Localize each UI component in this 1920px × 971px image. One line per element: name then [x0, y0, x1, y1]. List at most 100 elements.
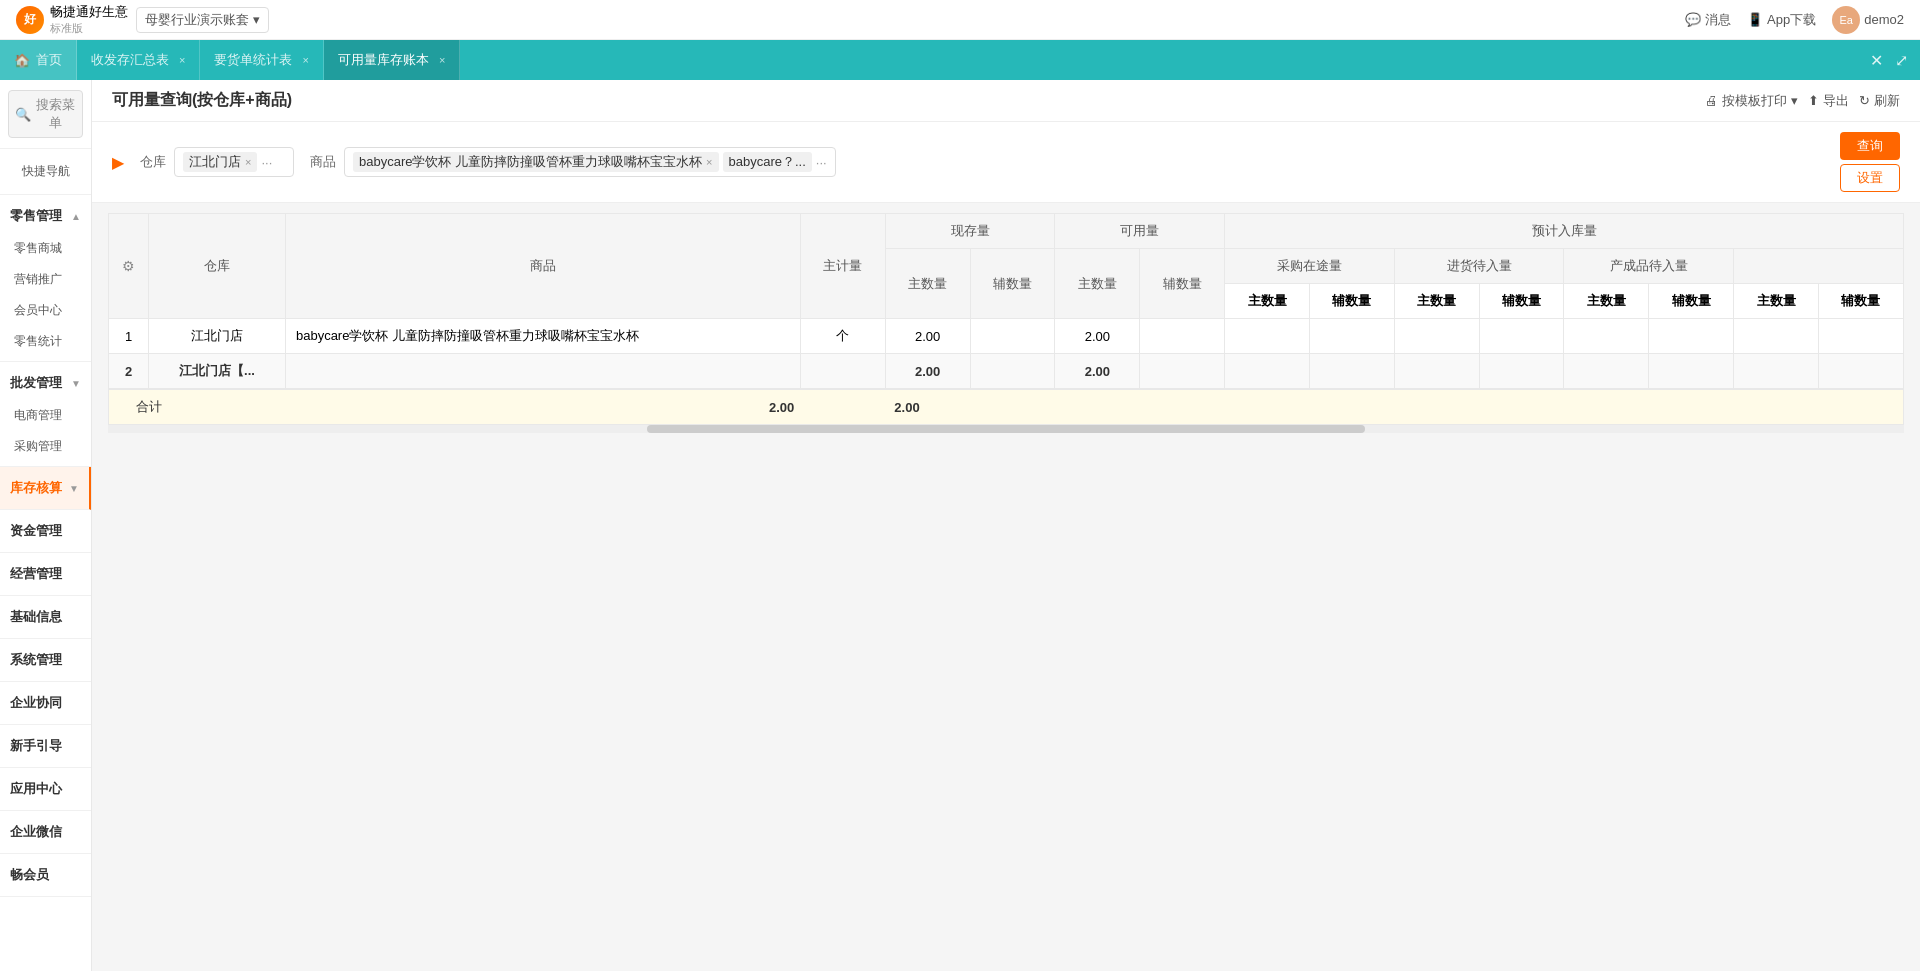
- product-tag1: babycare学饮杯 儿童防摔防撞吸管杯重力球吸嘴杯宝宝水杯 ×: [353, 152, 719, 172]
- th-incoming: 进货待入量: [1394, 249, 1564, 284]
- sidebar-section-vip-title[interactable]: 畅会员: [0, 858, 91, 892]
- tab-close-order-stats[interactable]: ×: [302, 54, 308, 66]
- filter-toggle-button[interactable]: ▶: [112, 153, 124, 172]
- template-print-button[interactable]: 🖨 按模板打印 ▾: [1705, 92, 1798, 110]
- refresh-button[interactable]: ↻ 刷新: [1859, 92, 1900, 110]
- sidebar-section-retail: 零售管理 ▲ 零售商城 营销推广 会员中心 零售统计: [0, 195, 91, 362]
- chevron-down-icon: ▾: [253, 12, 260, 27]
- tab-available-stock[interactable]: 可用量库存账本 ×: [324, 40, 460, 80]
- table-container: ⚙ 仓库 商品 主计量 现存量 可用量 预计入库量 主数量 辅数量 主数量 辅数…: [92, 203, 1920, 971]
- sidebar-item-purchase[interactable]: 采购管理: [0, 431, 91, 462]
- export-button[interactable]: ⬆ 导出: [1808, 92, 1849, 110]
- sidebar-section-vip: 畅会员: [0, 854, 91, 897]
- th-current-sub: 辅数量: [970, 249, 1055, 319]
- table-scrollbar-thumb[interactable]: [647, 425, 1365, 433]
- chevron-up-icon: ▲: [71, 211, 81, 222]
- filter-row: ▶ 仓库 江北门店 × ··· 商品 babycare学饮杯 儿童防摔防撞吸管杯…: [92, 122, 1920, 203]
- sidebar-search: 🔍 搜索菜单: [0, 80, 91, 149]
- tab-receive-pay[interactable]: 收发存汇总表 ×: [77, 40, 200, 80]
- th-current-stock: 现存量: [885, 214, 1055, 249]
- sidebar-section-appstore: 应用中心: [0, 768, 91, 811]
- warehouse-tag-close[interactable]: ×: [245, 156, 251, 168]
- th-available: 可用量: [1055, 214, 1225, 249]
- th-current-main: 主数量: [885, 249, 970, 319]
- sidebar-item-retail-mall[interactable]: 零售商城: [0, 233, 91, 264]
- page-header-actions: 🖨 按模板打印 ▾ ⬆ 导出 ↻ 刷新: [1705, 92, 1900, 110]
- close-tab-icon[interactable]: ✕: [1870, 51, 1883, 70]
- warehouse-filter-group: 仓库 江北门店 × ···: [140, 147, 294, 177]
- sidebar-nav: 快捷导航: [0, 149, 91, 195]
- th-planned-inbound: 预计入库量: [1225, 214, 1904, 249]
- product-label: 商品: [310, 153, 336, 171]
- logo: 好 畅捷通好生意 标准版: [16, 3, 128, 36]
- th-purchase-sub: 辅数量: [1309, 284, 1394, 319]
- th-incoming-sub: 辅数量: [1479, 284, 1564, 319]
- sidebar-section-basic-title[interactable]: 基础信息: [0, 600, 91, 634]
- table-body: 1江北门店babycare学饮杯 儿童防摔防撞吸管杯重力球吸嘴杯宝宝水杯个2.0…: [109, 319, 1904, 389]
- chevron-down-icon3: ▾: [1791, 93, 1798, 108]
- settings-button[interactable]: 设置: [1840, 164, 1900, 192]
- sidebar-section-retail-title[interactable]: 零售管理 ▲: [0, 199, 91, 233]
- expand-icon[interactable]: ⤢: [1895, 51, 1908, 70]
- sidebar-section-appstore-title[interactable]: 应用中心: [0, 772, 91, 806]
- sidebar-section-wholesale: 批发管理 ▼ 电商管理 采购管理: [0, 362, 91, 467]
- industry-selector[interactable]: 母婴行业演示账套 ▾: [136, 7, 269, 33]
- phone-icon: 📱: [1747, 12, 1763, 27]
- warehouse-label: 仓库: [140, 153, 166, 171]
- sidebar-item-member[interactable]: 会员中心: [0, 295, 91, 326]
- th-prod-main: 主数量: [1564, 284, 1649, 319]
- top-bar: 好 畅捷通好生意 标准版 母婴行业演示账套 ▾ 💬 消息 📱 App下载 Ea …: [0, 0, 1920, 40]
- tab-close-receive-pay[interactable]: ×: [179, 54, 185, 66]
- export-icon: ⬆: [1808, 93, 1819, 108]
- sidebar-section-finance-title[interactable]: 资金管理: [0, 514, 91, 548]
- filter-actions: 查询 设置: [1840, 132, 1900, 192]
- table-scrollbar[interactable]: [108, 425, 1904, 433]
- th-extra-sub: 辅数量: [1818, 284, 1903, 319]
- sidebar-item-retail-stats[interactable]: 零售统计: [0, 326, 91, 357]
- sidebar-section-newbie: 新手引导: [0, 725, 91, 768]
- refresh-icon: ↻: [1859, 93, 1870, 108]
- warehouse-tag: 江北门店 ×: [183, 152, 257, 172]
- search-icon: 🔍: [15, 107, 31, 122]
- sidebar-section-operations-title[interactable]: 经营管理: [0, 557, 91, 591]
- sidebar-section-wechat: 企业微信: [0, 811, 91, 854]
- sidebar-item-marketing[interactable]: 营销推广: [0, 264, 91, 295]
- avatar: Ea: [1832, 6, 1860, 34]
- th-avail-sub: 辅数量: [1140, 249, 1225, 319]
- sidebar-section-inventory-title[interactable]: 库存核算 ▼: [0, 471, 89, 505]
- data-table: ⚙ 仓库 商品 主计量 现存量 可用量 预计入库量 主数量 辅数量 主数量 辅数…: [108, 213, 1904, 389]
- page-header: 可用量查询(按仓库+商品) 🖨 按模板打印 ▾ ⬆ 导出 ↻ 刷新: [92, 80, 1920, 122]
- tab-home[interactable]: 🏠 首页: [0, 40, 77, 80]
- table-row: 2江北门店【...2.002.00: [109, 354, 1904, 389]
- logo-icon: 好: [16, 6, 44, 34]
- sidebar-item-quick-nav[interactable]: 快捷导航: [0, 155, 91, 188]
- query-button[interactable]: 查询: [1840, 132, 1900, 160]
- sidebar-section-enterprise-title[interactable]: 企业协同: [0, 686, 91, 720]
- sidebar-section-wholesale-title[interactable]: 批发管理 ▼: [0, 366, 91, 400]
- product-tag2: babycare？...: [723, 152, 812, 172]
- th-purchase-transit: 采购在途量: [1225, 249, 1395, 284]
- warehouse-input[interactable]: 江北门店 × ···: [174, 147, 294, 177]
- product-input[interactable]: babycare学饮杯 儿童防摔防撞吸管杯重力球吸嘴杯宝宝水杯 × babyca…: [344, 147, 836, 177]
- sidebar-section-finance: 资金管理: [0, 510, 91, 553]
- sidebar-section-basic: 基础信息: [0, 596, 91, 639]
- sidebar-section-newbie-title[interactable]: 新手引导: [0, 729, 91, 763]
- product-filter-group: 商品 babycare学饮杯 儿童防摔防撞吸管杯重力球吸嘴杯宝宝水杯 × bab…: [310, 147, 836, 177]
- sidebar-section-wechat-title[interactable]: 企业微信: [0, 815, 91, 849]
- sidebar-section-system-title[interactable]: 系统管理: [0, 643, 91, 677]
- footer-label: 合计: [119, 398, 179, 416]
- th-avail-main: 主数量: [1055, 249, 1140, 319]
- search-menu-button[interactable]: 🔍 搜索菜单: [8, 90, 83, 138]
- message-button[interactable]: 💬 消息: [1685, 11, 1731, 29]
- th-product: 商品: [285, 214, 800, 319]
- th-extra-main: 主数量: [1734, 284, 1819, 319]
- tab-bar: 🏠 首页 收发存汇总表 × 要货单统计表 × 可用量库存账本 × ✕ ⤢: [0, 40, 1920, 80]
- user-menu[interactable]: Ea demo2: [1832, 6, 1904, 34]
- app-download-button[interactable]: 📱 App下载: [1747, 11, 1816, 29]
- sidebar-item-ecommerce[interactable]: 电商管理: [0, 400, 91, 431]
- th-gear[interactable]: ⚙: [109, 214, 149, 319]
- tab-close-available-stock[interactable]: ×: [439, 54, 445, 66]
- tab-order-stats[interactable]: 要货单统计表 ×: [200, 40, 323, 80]
- product-tag1-close[interactable]: ×: [706, 156, 712, 168]
- sidebar-section-system: 系统管理: [0, 639, 91, 682]
